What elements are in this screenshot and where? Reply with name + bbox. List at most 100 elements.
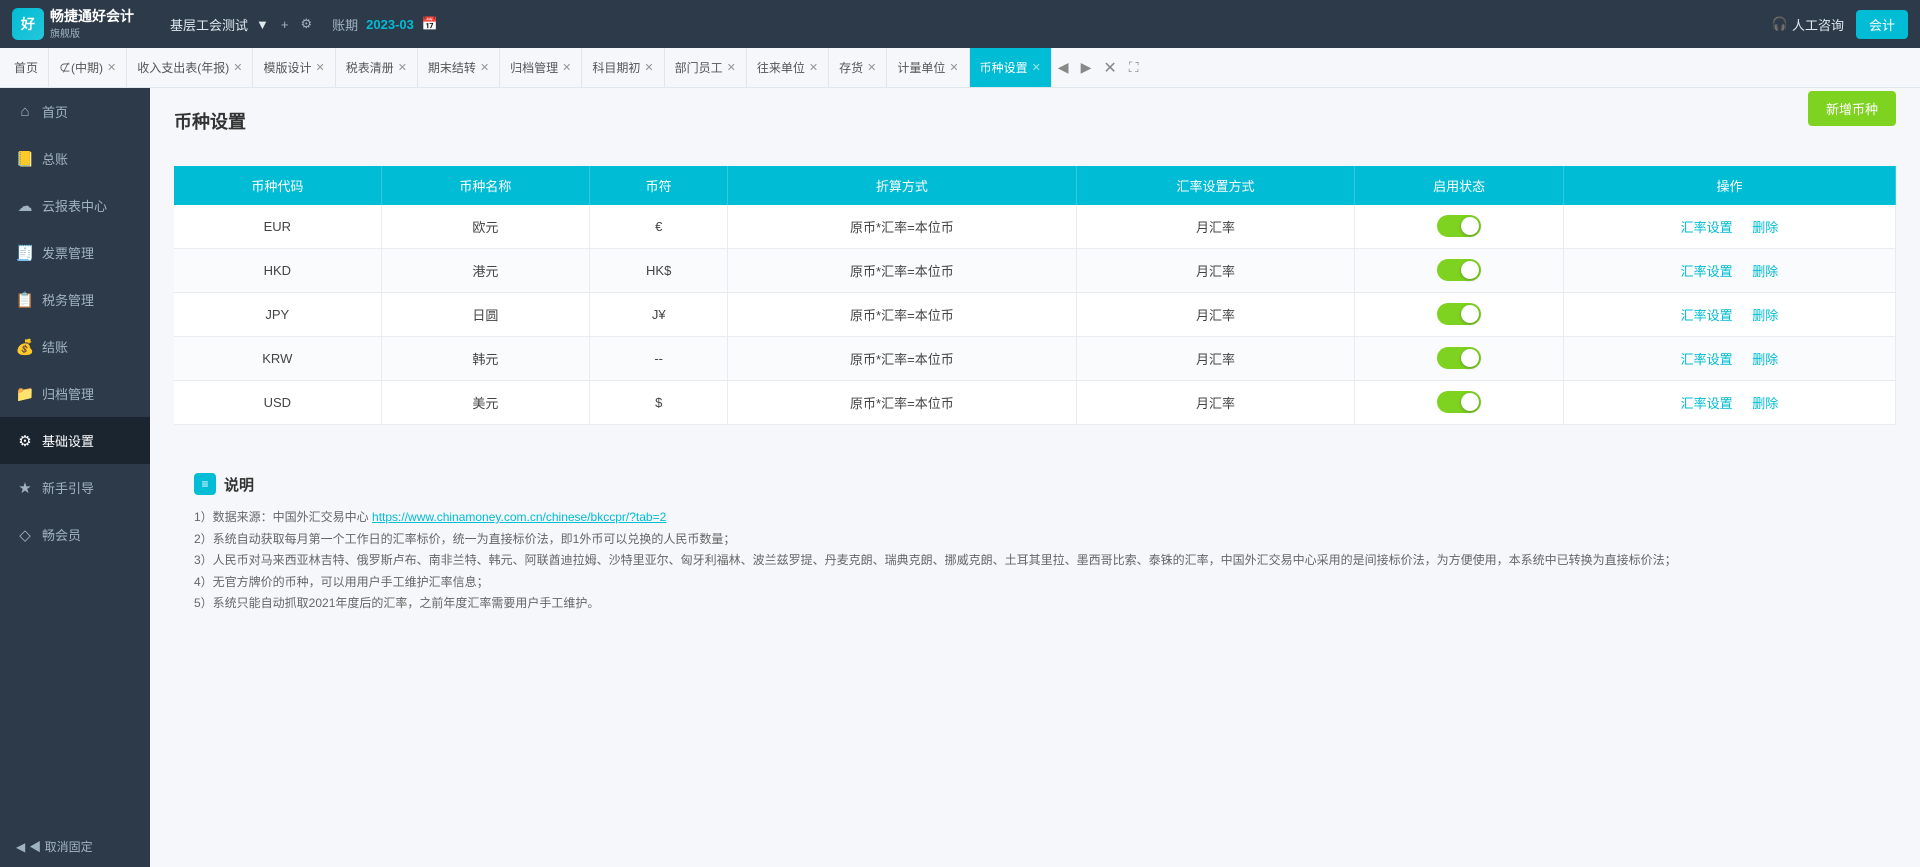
- tab-next-button[interactable]: ▶: [1075, 48, 1098, 87]
- cell-rate-type: 月汇率: [1076, 381, 1355, 425]
- note-item: 2）系统自动获取每月第一个工作日的汇率标价，统一为直接标价法，即1外币可以兑换的…: [194, 529, 1876, 551]
- note-icon: ≡: [194, 473, 216, 495]
- toggle-enabled[interactable]: [1437, 215, 1481, 237]
- sidebar-item-ledger[interactable]: 📒 总账: [0, 135, 150, 182]
- archive-icon: 📁: [16, 385, 34, 403]
- add-icon[interactable]: +: [281, 17, 289, 32]
- tab-inventory-label: 存货: [839, 59, 863, 76]
- tab-close-all-button[interactable]: ✕: [1097, 48, 1122, 87]
- new-currency-button[interactable]: 新增币种: [1808, 91, 1896, 126]
- cell-symbol: J¥: [590, 293, 728, 337]
- delete-link[interactable]: 删除: [1752, 396, 1778, 411]
- home-icon: ⌂: [16, 103, 34, 121]
- tab-template-close[interactable]: ✕: [315, 61, 324, 74]
- tab-department-close[interactable]: ✕: [727, 61, 736, 74]
- cell-toggle: [1355, 381, 1563, 425]
- currency-table: 币种代码 币种名称 币符 折算方式 汇率设置方式 启用状态 操作 EUR 欧元 …: [174, 166, 1896, 425]
- cell-rate-type: 月汇率: [1076, 337, 1355, 381]
- sidebar-label-settings: 基础设置: [42, 431, 94, 450]
- page-title: 币种设置: [174, 108, 246, 134]
- tab-period-end-close[interactable]: ✕: [480, 61, 489, 74]
- tab-currency[interactable]: 币种设置 ✕: [970, 48, 1052, 87]
- company-selector[interactable]: 基层工会测试 ▼ + ⚙ 账期 2023-03 📅: [170, 15, 1764, 34]
- sidebar-item-archive[interactable]: 📁 归档管理: [0, 370, 150, 417]
- consultation-button[interactable]: 🎧 人工咨询: [1772, 15, 1844, 34]
- tab-balance-close[interactable]: ✕: [107, 61, 116, 74]
- sidebar-item-member[interactable]: ◇ 畅会员: [0, 511, 150, 558]
- tab-income[interactable]: 收入支出表(年报) ✕: [127, 48, 253, 87]
- cell-toggle: [1355, 249, 1563, 293]
- tab-subjects[interactable]: 科目期初 ✕: [582, 48, 664, 87]
- tab-home[interactable]: 首页: [4, 48, 49, 87]
- tab-units-close[interactable]: ✕: [949, 61, 958, 74]
- tab-subjects-close[interactable]: ✕: [644, 61, 653, 74]
- tab-subjects-label: 科目期初: [592, 59, 640, 76]
- tab-balance-label: ⊄(中期): [59, 59, 103, 76]
- table-row: HKD 港元 HK$ 原币*汇率=本位币 月汇率 汇率设置 删除: [174, 249, 1896, 293]
- tab-partners[interactable]: 往来单位 ✕: [747, 48, 829, 87]
- note-list: 1）数据来源：中国外汇交易中心 https://www.chinamoney.c…: [194, 507, 1876, 615]
- tab-period-end-label: 期末结转: [428, 59, 476, 76]
- tab-archive[interactable]: 归档管理 ✕: [500, 48, 582, 87]
- logo: 好 畅捷通好会计 旗舰版: [12, 8, 162, 40]
- title-row: 币种设置 新增币种: [174, 108, 1896, 150]
- tab-archive-close[interactable]: ✕: [562, 61, 571, 74]
- accounting-button[interactable]: 会计: [1856, 10, 1908, 39]
- tab-income-close[interactable]: ✕: [233, 61, 242, 74]
- delete-link[interactable]: 删除: [1752, 308, 1778, 323]
- toggle-knob: [1461, 261, 1479, 279]
- app-name: 畅捷通好会计: [50, 8, 134, 25]
- delete-link[interactable]: 删除: [1752, 264, 1778, 279]
- sidebar-item-guide[interactable]: ★ 新手引导: [0, 464, 150, 511]
- tab-partners-close[interactable]: ✕: [809, 61, 818, 74]
- tab-home-label: 首页: [14, 59, 38, 76]
- delete-link[interactable]: 删除: [1752, 352, 1778, 367]
- toggle-enabled[interactable]: [1437, 259, 1481, 281]
- rate-settings-link[interactable]: 汇率设置: [1681, 308, 1733, 323]
- rate-settings-link[interactable]: 汇率设置: [1681, 264, 1733, 279]
- sidebar-collapse-btn[interactable]: ◀ ◀ 取消固定: [0, 826, 150, 867]
- settings-icon[interactable]: ⚙: [300, 16, 312, 32]
- tab-inventory[interactable]: 存货 ✕: [829, 48, 887, 87]
- tab-tax[interactable]: 税表清册 ✕: [336, 48, 418, 87]
- tab-tax-close[interactable]: ✕: [398, 61, 407, 74]
- rate-settings-link[interactable]: 汇率设置: [1681, 220, 1733, 235]
- toggle-enabled[interactable]: [1437, 347, 1481, 369]
- cell-rate-type: 月汇率: [1076, 293, 1355, 337]
- top-bar-right: 🎧 人工咨询 会计: [1772, 10, 1908, 39]
- toggle-enabled[interactable]: [1437, 391, 1481, 413]
- cell-code: USD: [174, 381, 381, 425]
- rate-settings-link[interactable]: 汇率设置: [1681, 352, 1733, 367]
- tab-prev-button[interactable]: ◀: [1052, 48, 1075, 87]
- tab-currency-close[interactable]: ✕: [1032, 61, 1041, 74]
- sidebar-item-home[interactable]: ⌂ 首页: [0, 88, 150, 135]
- table-row: USD 美元 $ 原币*汇率=本位币 月汇率 汇率设置 删除: [174, 381, 1896, 425]
- cell-toggle: [1355, 337, 1563, 381]
- sidebar-label-member: 畅会员: [42, 525, 81, 544]
- tab-inventory-close[interactable]: ✕: [867, 61, 876, 74]
- rate-settings-link[interactable]: 汇率设置: [1681, 396, 1733, 411]
- sidebar-item-closing[interactable]: 💰 结账: [0, 323, 150, 370]
- cell-symbol: --: [590, 337, 728, 381]
- company-dropdown-icon[interactable]: ▼: [256, 17, 269, 32]
- tab-balance[interactable]: ⊄(中期) ✕: [49, 48, 127, 87]
- tab-units[interactable]: 计量单位 ✕: [887, 48, 969, 87]
- ledger-icon: 📒: [16, 150, 34, 168]
- note-link[interactable]: https://www.chinamoney.com.cn/chinese/bk…: [372, 510, 666, 524]
- tab-period-end[interactable]: 期末结转 ✕: [418, 48, 500, 87]
- calendar-icon[interactable]: 📅: [422, 16, 438, 32]
- tab-currency-label: 币种设置: [980, 59, 1028, 76]
- tab-department[interactable]: 部门员工 ✕: [665, 48, 747, 87]
- sidebar-item-settings[interactable]: ⚙ 基础设置: [0, 417, 150, 464]
- tab-template[interactable]: 模版设计 ✕: [253, 48, 335, 87]
- sidebar-item-reports[interactable]: ☁ 云报表中心: [0, 182, 150, 229]
- consultation-label: 人工咨询: [1792, 15, 1844, 34]
- tab-expand-button[interactable]: ⛶: [1123, 48, 1145, 87]
- toggle-enabled[interactable]: [1437, 303, 1481, 325]
- sidebar-item-tax[interactable]: 📋 税务管理: [0, 276, 150, 323]
- sidebar-item-invoice[interactable]: 🧾 发票管理: [0, 229, 150, 276]
- delete-link[interactable]: 删除: [1752, 220, 1778, 235]
- cell-calc: 原币*汇率=本位币: [728, 381, 1076, 425]
- cell-actions: 汇率设置 删除: [1563, 337, 1895, 381]
- col-status: 启用状态: [1355, 166, 1563, 205]
